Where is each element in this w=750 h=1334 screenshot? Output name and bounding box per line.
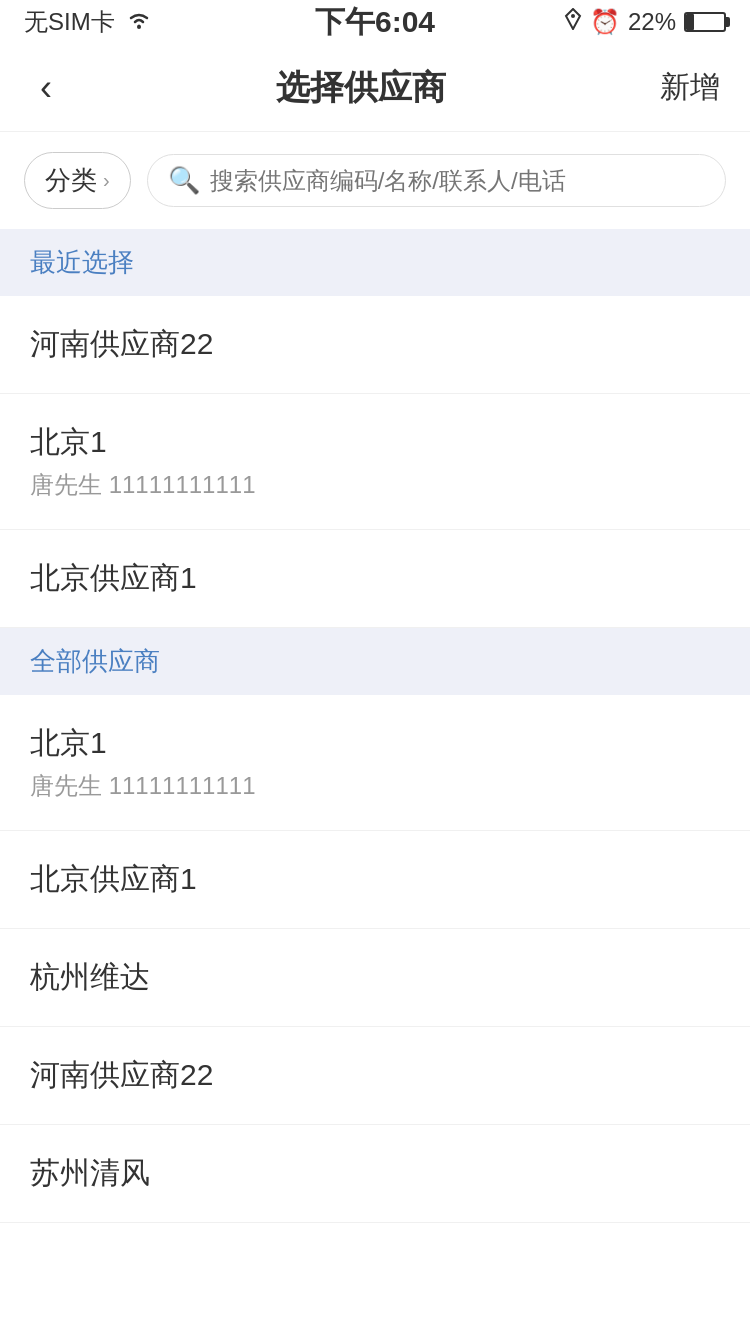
item-name: 杭州维达 (30, 957, 720, 998)
page-title: 选择供应商 (276, 65, 446, 111)
location-icon (564, 8, 582, 36)
item-name: 北京1 (30, 422, 720, 463)
all-header-text: 全部供应商 (30, 646, 160, 676)
item-sub: 唐先生 11111111111 (30, 469, 720, 501)
item-name: 北京供应商1 (30, 558, 720, 599)
item-sub: 唐先生 11111111111 (30, 770, 720, 802)
status-left: 无SIM卡 (24, 6, 153, 38)
wifi-icon (125, 8, 153, 36)
status-time: 下午6:04 (315, 2, 435, 43)
carrier-text: 无SIM卡 (24, 6, 115, 38)
search-input[interactable] (210, 167, 705, 195)
category-button[interactable]: 分类 › (24, 152, 131, 209)
item-name: 苏州清风 (30, 1153, 720, 1194)
list-item[interactable]: 河南供应商22 (0, 1027, 750, 1125)
search-bar: 🔍 (147, 154, 726, 207)
nav-bar: ‹ 选择供应商 新增 (0, 44, 750, 132)
all-list: 北京1 唐先生 11111111111 北京供应商1 杭州维达 河南供应商22 … (0, 695, 750, 1223)
list-item[interactable]: 杭州维达 (0, 929, 750, 1027)
list-item[interactable]: 河南供应商22 (0, 296, 750, 394)
status-bar: 无SIM卡 下午6:04 ⏰ 22% (0, 0, 750, 44)
svg-point-1 (571, 14, 575, 18)
list-item[interactable]: 北京1 唐先生 11111111111 (0, 695, 750, 831)
item-name: 河南供应商22 (30, 1055, 720, 1096)
list-item[interactable]: 苏州清风 (0, 1125, 750, 1223)
list-item[interactable]: 北京供应商1 (0, 831, 750, 929)
list-item[interactable]: 北京1 唐先生 11111111111 (0, 394, 750, 530)
all-section-header: 全部供应商 (0, 628, 750, 695)
status-right: ⏰ 22% (564, 8, 726, 36)
filter-bar: 分类 › 🔍 (0, 132, 750, 229)
item-name: 北京供应商1 (30, 859, 720, 900)
add-button[interactable]: 新增 (660, 67, 720, 108)
recent-header-text: 最近选择 (30, 247, 134, 277)
battery-percent: 22% (628, 8, 676, 36)
battery-icon (684, 12, 726, 32)
recent-list: 河南供应商22 北京1 唐先生 11111111111 北京供应商1 (0, 296, 750, 628)
alarm-icon: ⏰ (590, 8, 620, 36)
item-name: 河南供应商22 (30, 324, 720, 365)
back-button[interactable]: ‹ (30, 57, 62, 119)
svg-point-0 (137, 25, 141, 29)
item-name: 北京1 (30, 723, 720, 764)
list-item[interactable]: 北京供应商1 (0, 530, 750, 628)
category-label: 分类 (45, 163, 97, 198)
search-icon: 🔍 (168, 165, 200, 196)
recent-section-header: 最近选择 (0, 229, 750, 296)
chevron-right-icon: › (103, 169, 110, 192)
